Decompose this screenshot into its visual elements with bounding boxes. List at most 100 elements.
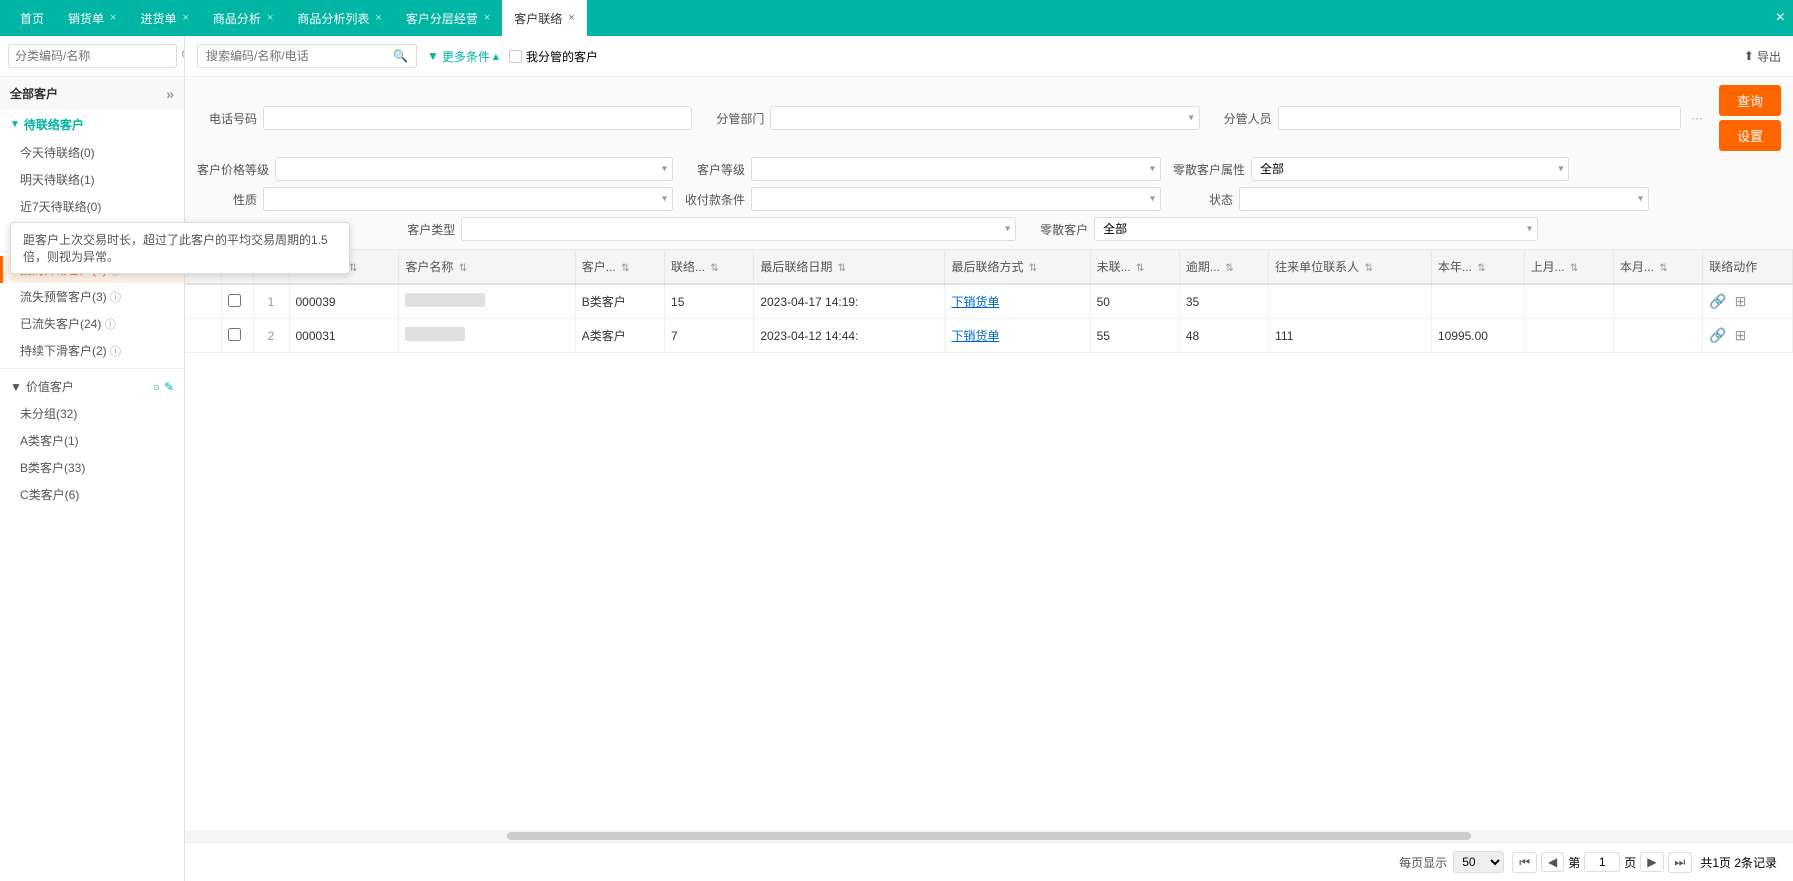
first-page-btn[interactable]: ⏮ bbox=[1512, 852, 1537, 873]
th-last-month[interactable]: 上月... ⇅ bbox=[1524, 250, 1613, 284]
th-last-contact-date[interactable]: 最后联络日期 ⇅ bbox=[754, 250, 945, 284]
td-type-1: B类客户 bbox=[575, 284, 664, 319]
sidebar-value-customer-group[interactable]: ▼ 价值客户 ○ ✎ bbox=[0, 373, 184, 400]
more-conditions-btn[interactable]: ▼ 更多条件 ▴ bbox=[427, 48, 499, 65]
sidebar-item-ungroup[interactable]: 未分组(32) bbox=[0, 400, 184, 427]
sidebar-item-c-class[interactable]: C类客户(6) bbox=[0, 481, 184, 508]
filter-area: 电话号码 分管部门 分管人员 ··· 查询 bbox=[185, 77, 1793, 250]
td-method-2[interactable]: 下销货单 bbox=[945, 319, 1090, 353]
nav-item-customer-contact[interactable]: 客户联络 × bbox=[502, 0, 586, 36]
filter-price-level: 客户价格等级 bbox=[197, 157, 673, 181]
page-input[interactable] bbox=[1584, 852, 1620, 872]
sidebar-item-tomorrow[interactable]: 明天待联络(1) bbox=[0, 166, 184, 193]
th-history-contact[interactable]: 往来单位联系人 ⇅ bbox=[1269, 250, 1432, 284]
nav-analysis-close[interactable]: × bbox=[267, 12, 273, 24]
td-checkbox-1[interactable] bbox=[221, 284, 253, 319]
th-this-month[interactable]: 本月... ⇅ bbox=[1613, 250, 1702, 284]
td-checkbox-2[interactable] bbox=[221, 319, 253, 353]
table-row: 1 000039 B类客户 15 2023-04-17 14:19: 下销货单 … bbox=[185, 284, 1793, 319]
next-page-btn[interactable]: ▶ bbox=[1640, 852, 1663, 872]
sidebar-collapse-btn[interactable]: » bbox=[166, 86, 174, 102]
row-checkbox-1[interactable] bbox=[228, 294, 241, 307]
phone-input[interactable] bbox=[263, 106, 692, 130]
name-placeholder-2 bbox=[405, 327, 465, 341]
payment-select[interactable] bbox=[751, 187, 1161, 211]
prev-page-btn[interactable]: ◀ bbox=[1541, 852, 1564, 872]
nature-select[interactable] bbox=[263, 187, 673, 211]
th-uncontacted[interactable]: 未联... ⇅ bbox=[1090, 250, 1179, 284]
nav-item-sales[interactable]: 销货单 × bbox=[56, 0, 128, 36]
nav-customer-contact-close[interactable]: × bbox=[568, 12, 574, 24]
sidebar-item-7days[interactable]: 近7天待联络(0) bbox=[0, 193, 184, 220]
action-link-icon-2[interactable]: 🔗 bbox=[1709, 327, 1726, 344]
value-customer-edit[interactable]: ○ bbox=[153, 380, 160, 394]
more-conditions-label: 更多条件 bbox=[442, 48, 490, 65]
section-arrow: ▼ bbox=[10, 119, 20, 130]
action-grid-icon-1[interactable]: ⊞ bbox=[1735, 293, 1747, 310]
th-overdue[interactable]: 逾期... ⇅ bbox=[1179, 250, 1268, 284]
per-page-select[interactable]: 50 10 20 100 bbox=[1453, 851, 1504, 873]
customer-level-label: 客户等级 bbox=[685, 161, 745, 178]
retail-attr-select[interactable]: 全部 bbox=[1251, 157, 1569, 181]
sidebar-item-b-class[interactable]: B类客户(33) bbox=[0, 454, 184, 481]
my-customers-filter[interactable]: 我分管的客户 bbox=[509, 48, 598, 65]
sidebar-item-a-class[interactable]: A类客户(1) bbox=[0, 427, 184, 454]
my-customers-checkbox[interactable] bbox=[509, 50, 522, 63]
th-customer-type[interactable]: 客户... ⇅ bbox=[575, 250, 664, 284]
nav-purchase-close[interactable]: × bbox=[182, 12, 188, 24]
method-link-2[interactable]: 下销货单 bbox=[951, 329, 999, 343]
action-link-icon-1[interactable]: 🔗 bbox=[1709, 293, 1726, 310]
manager-input[interactable] bbox=[1278, 106, 1681, 130]
method-link-1[interactable]: 下销货单 bbox=[951, 295, 999, 309]
query-button[interactable]: 查询 bbox=[1719, 85, 1781, 116]
department-select[interactable] bbox=[770, 106, 1199, 130]
nav-item-analysis-list[interactable]: 商品分析列表 × bbox=[285, 0, 393, 36]
search-input[interactable] bbox=[206, 49, 393, 63]
nav-analysis-list-close[interactable]: × bbox=[375, 12, 381, 24]
value-customer-settings[interactable]: ✎ bbox=[164, 380, 174, 394]
th-this-year[interactable]: 本年... ⇅ bbox=[1431, 250, 1524, 284]
sidebar-item-churned[interactable]: 已流失客户(24) ⓘ bbox=[0, 310, 184, 337]
sidebar-search-input[interactable] bbox=[8, 44, 177, 68]
row-checkbox-2[interactable] bbox=[228, 328, 241, 341]
tooltip-box: 距客户上次交易时长，超过了此客户的平均交易周期的1.5倍，则视为异常。 bbox=[10, 222, 350, 274]
sidebar-section-waiting[interactable]: ▼ 待联络客户 bbox=[0, 110, 184, 139]
my-customers-label: 我分管的客户 bbox=[526, 48, 598, 65]
close-all-tabs[interactable]: × bbox=[1776, 9, 1785, 27]
th-contact[interactable]: 联络... ⇅ bbox=[665, 250, 754, 284]
horizontal-scrollbar[interactable] bbox=[185, 830, 1793, 842]
customer-type-select[interactable] bbox=[461, 217, 1016, 241]
th-last-contact-method[interactable]: 最后联络方式 ⇅ bbox=[945, 250, 1090, 284]
last-page-btn[interactable]: ⏭ bbox=[1668, 852, 1693, 873]
settings-button[interactable]: 设置 bbox=[1719, 120, 1781, 151]
page-end-label: 页 bbox=[1624, 854, 1636, 871]
td-code-1: 000039 bbox=[289, 284, 399, 319]
th-customer-name[interactable]: 客户名称 ⇅ bbox=[399, 250, 575, 284]
action-grid-icon-2[interactable]: ⊞ bbox=[1735, 327, 1747, 344]
name-placeholder-1 bbox=[405, 293, 485, 307]
sidebar-item-declining[interactable]: 持续下滑客户(2) ⓘ bbox=[0, 337, 184, 364]
nav-item-purchase[interactable]: 进货单 × bbox=[128, 0, 200, 36]
sidebar-item-churn-warning[interactable]: 流失预警客户(3) ⓘ bbox=[0, 283, 184, 310]
td-index-1: 1 bbox=[253, 284, 289, 319]
customer-level-select[interactable] bbox=[751, 157, 1161, 181]
price-level-select[interactable] bbox=[275, 157, 673, 181]
search-icon[interactable]: 🔍 bbox=[393, 49, 408, 63]
export-button[interactable]: ⬆ 导出 bbox=[1744, 48, 1781, 65]
nav-item-customer-tier[interactable]: 客户分层经营 × bbox=[394, 0, 502, 36]
td-method-1[interactable]: 下销货单 bbox=[945, 284, 1090, 319]
department-label: 分管部门 bbox=[704, 110, 764, 127]
nav-item-analysis[interactable]: 商品分析 × bbox=[201, 0, 285, 36]
status-select[interactable] bbox=[1239, 187, 1649, 211]
scrollbar-thumb[interactable] bbox=[507, 832, 1472, 840]
td-contact-1: 15 bbox=[665, 284, 754, 319]
retail-customer-select[interactable]: 全部 bbox=[1094, 217, 1538, 241]
nav-sales-close[interactable]: × bbox=[110, 12, 116, 24]
payment-label: 收付款条件 bbox=[685, 191, 745, 208]
nav-item-home[interactable]: 首页 bbox=[8, 0, 56, 36]
sidebar-item-today[interactable]: 今天待联络(0) bbox=[0, 139, 184, 166]
status-select-wrapper bbox=[1239, 187, 1649, 211]
nav-customer-tier-close[interactable]: × bbox=[484, 12, 490, 24]
manager-dots[interactable]: ··· bbox=[1687, 111, 1707, 125]
info-icon-2: ⓘ bbox=[110, 292, 121, 304]
